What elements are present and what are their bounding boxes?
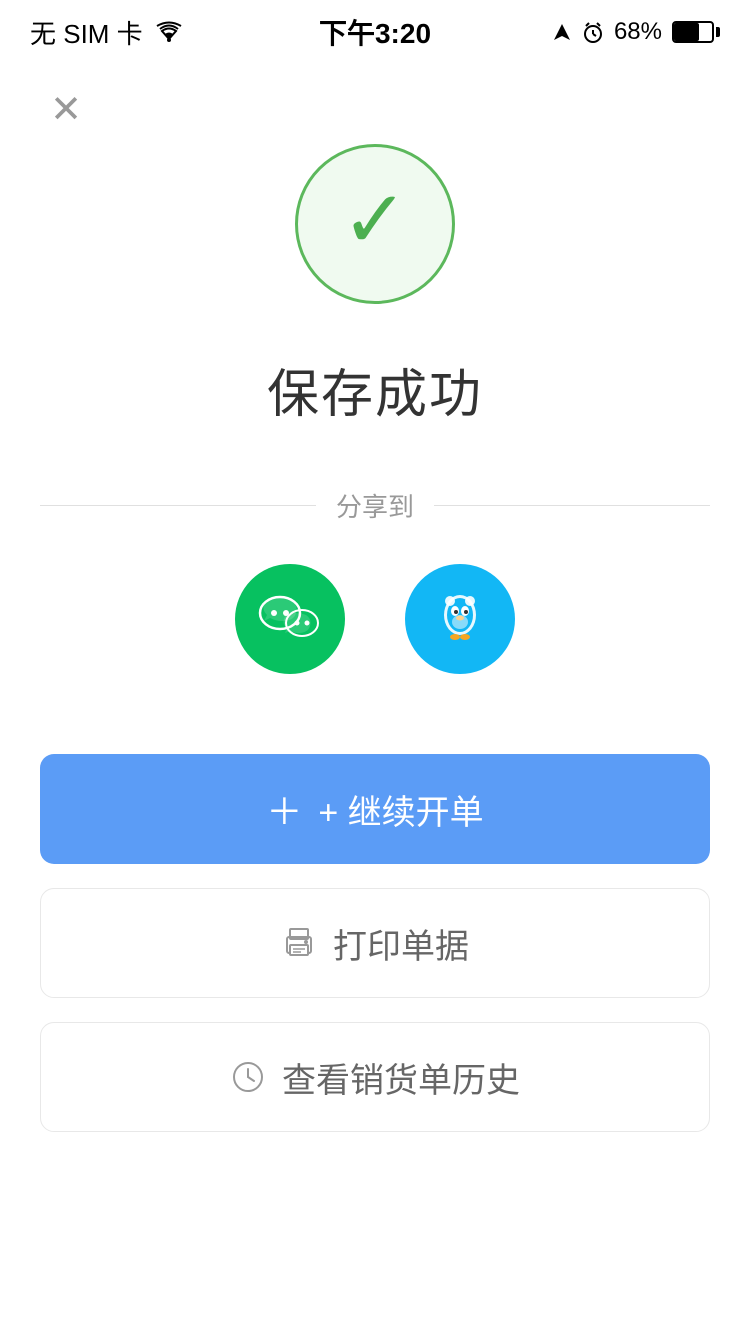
success-icon-circle: ✓ bbox=[295, 144, 455, 304]
print-label: 打印单据 bbox=[333, 919, 469, 968]
location-icon bbox=[552, 22, 572, 42]
share-section: 分享到 bbox=[40, 487, 710, 674]
checkmark-icon: ✓ bbox=[341, 180, 408, 260]
print-button[interactable]: 打印单据 bbox=[40, 888, 710, 998]
close-button[interactable]: ✕ bbox=[40, 84, 92, 136]
share-icons-row bbox=[235, 564, 515, 674]
history-label: 查看销货单历史 bbox=[282, 1053, 520, 1102]
qq-share-button[interactable] bbox=[405, 564, 515, 674]
wifi-icon bbox=[155, 21, 183, 43]
carrier-text: 无 SIM 卡 bbox=[30, 14, 143, 51]
print-icon bbox=[281, 925, 317, 961]
alarm-icon bbox=[582, 21, 604, 43]
battery-percent: 68% bbox=[614, 18, 662, 46]
battery-icon bbox=[672, 21, 720, 43]
history-button[interactable]: 查看销货单历史 bbox=[40, 1022, 710, 1132]
status-indicators: 68% bbox=[552, 18, 720, 46]
main-content: ✕ ✓ 保存成功 分享到 bbox=[0, 64, 750, 1334]
success-title: 保存成功 bbox=[267, 352, 483, 427]
wechat-icon bbox=[258, 593, 322, 645]
clock-icon bbox=[230, 1059, 266, 1095]
continue-icon: ＋ bbox=[266, 783, 302, 835]
close-icon: ✕ bbox=[50, 91, 82, 129]
status-bar: 无 SIM 卡 下午3:20 68% bbox=[0, 0, 750, 64]
status-time: 下午3:20 bbox=[319, 12, 431, 52]
share-label: 分享到 bbox=[336, 487, 414, 524]
divider-right bbox=[434, 505, 710, 506]
wechat-share-button[interactable] bbox=[235, 564, 345, 674]
continue-button[interactable]: ＋ + 继续开单 bbox=[40, 754, 710, 864]
divider-left bbox=[40, 505, 316, 506]
action-buttons: ＋ + 继续开单 打印单据 查看销货单历史 bbox=[40, 754, 710, 1132]
share-divider: 分享到 bbox=[40, 487, 710, 524]
qq-icon bbox=[428, 587, 492, 651]
continue-label: + 继续开单 bbox=[318, 785, 483, 834]
status-carrier: 无 SIM 卡 bbox=[30, 14, 183, 51]
